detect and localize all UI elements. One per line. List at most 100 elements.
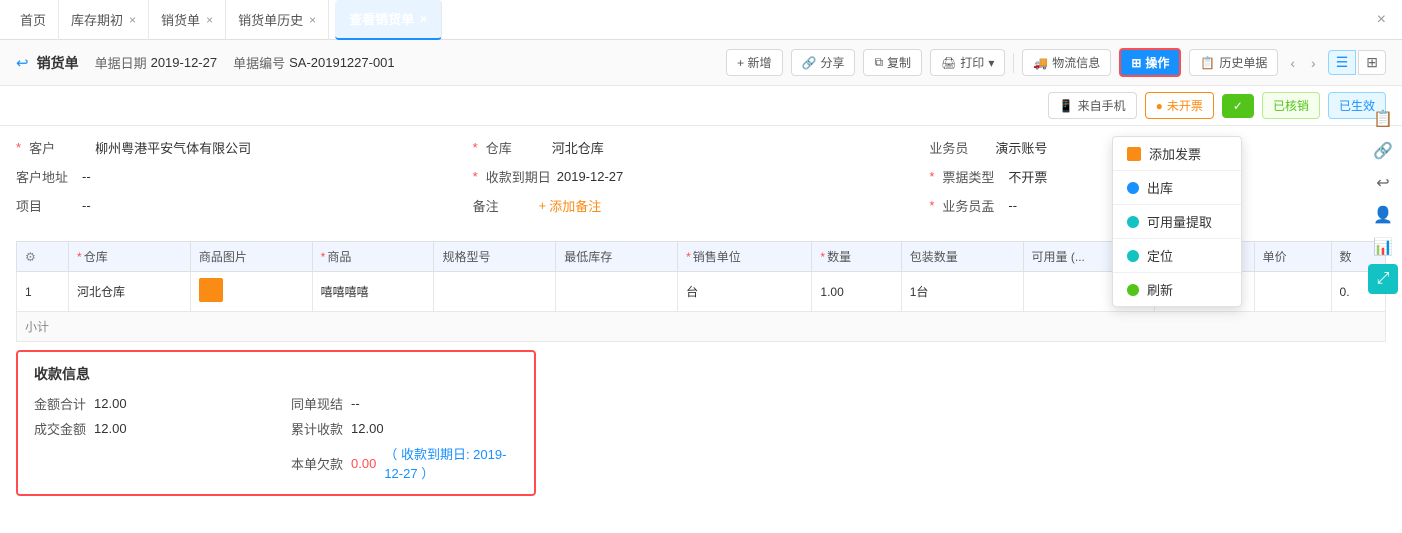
history-button[interactable]: 📋 历史单据 [1189,49,1278,76]
next-button[interactable]: › [1307,53,1320,73]
add-note-button[interactable]: + 添加备注 [539,196,602,215]
refresh-icon [1127,284,1139,296]
right-icon-expand[interactable]: ⤢ [1368,264,1398,294]
doc-title-area: ↩ 销货单 [16,53,79,73]
right-icon-2[interactable]: 🔗 [1368,136,1398,166]
operation-button[interactable]: ⊞ 操作 [1119,48,1181,77]
right-icon-5[interactable]: 📊 [1368,232,1398,262]
product-image [199,278,223,302]
tab-home[interactable]: 首页 [8,0,59,40]
debt-label: 本单欠款 [291,454,343,473]
invoice-type-label: 票据类型 [942,167,1002,186]
cell-product-img [190,272,312,312]
tab-inventory-init[interactable]: 库存期初 × [59,0,149,40]
address-label: 客户地址 [16,167,76,186]
share-button[interactable]: 🔗 分享 [791,49,856,76]
cell-warehouse: 河北仓库 [69,272,191,312]
cell-min-stock [556,272,678,312]
tab-sales-order-history-close[interactable]: × [309,13,316,27]
same-settle-value: -- [351,396,360,411]
doc-type-icon: ↩ [16,54,29,72]
col-package-qty: 包装数量 [901,242,1023,272]
locate-label: 定位 [1147,246,1173,265]
tab-sales-order[interactable]: 销货单 × [149,0,226,40]
doc-header: ↩ 销货单 单据日期 2019-12-27 单据编号 SA-20191227-0… [0,40,1402,86]
project-field: 项目 -- [16,196,473,215]
cancelled-status: 已核销 [1262,92,1320,119]
toolbar: + 新增 🔗 分享 ⧉ 复制 🖨 打印 ▾ 🚚 物流信息 ⊞ 操作 [726,48,1386,77]
history-icon: 📋 [1200,56,1215,70]
logistics-button[interactable]: 🚚 物流信息 [1022,49,1111,76]
menu-item-add-invoice[interactable]: 添加发票 [1113,137,1241,171]
menu-item-locate[interactable]: 定位 [1113,239,1241,273]
customer-field: * 客户 柳州粤港平安气体有限公司 [16,138,473,157]
list-view-button[interactable]: ☰ [1328,50,1357,75]
col-unit-price: 单价 [1254,242,1331,272]
subtotal-label: 小计 [17,312,1386,342]
cumulative-label: 累计收款 [291,419,343,438]
logistics-icon: 🚚 [1033,56,1048,70]
menu-item-available-qty[interactable]: 可用量提取 [1113,205,1241,239]
available-qty-label: 可用量提取 [1147,212,1212,231]
customer-label: 客户 [29,138,89,157]
copy-icon: ⧉ [874,55,883,70]
total-label: 金额合计 [34,394,86,413]
settings-icon[interactable]: ⚙ [25,250,36,264]
doc-type-label: 销货单 [37,53,79,73]
tab-sales-order-history[interactable]: 销货单历史 × [226,0,329,40]
grid-view-button[interactable]: ⊞ [1358,50,1386,75]
warehouse-value: 河北仓库 [552,138,632,157]
payment-box: 收款信息 金额合计 12.00 同单现结 -- 成交金额 12.00 累计收款 … [16,350,536,496]
salesperson-value: 演示账号 [995,138,1075,157]
cell-index: 1 [17,272,69,312]
due-date-label: 收款到期日 [486,167,551,186]
tab-sales-order-close[interactable]: × [206,13,213,27]
subtotal-row: 小计 [17,312,1386,342]
print-icon: 🖨 [941,56,956,70]
tab-view-sales-order-close[interactable]: × [420,12,427,26]
print-button[interactable]: 🖨 打印 ▾ [930,49,1005,76]
operation-icon: ⊞ [1131,56,1141,70]
right-icon-4[interactable]: 👤 [1368,200,1398,230]
copy-button[interactable]: ⧉ 复制 [863,49,922,76]
toolbar-divider-1 [1013,53,1014,73]
menu-item-refresh[interactable]: 刷新 [1113,273,1241,306]
doc-number-value: SA-20191227-001 [289,55,395,70]
debt-extra: （ 收款到期日: 2019-12-27 ） [384,444,518,482]
right-icon-3[interactable]: ↩ [1368,168,1398,198]
tab-inventory-init-close[interactable]: × [129,13,136,27]
share-icon: 🔗 [802,56,817,70]
right-icon-1[interactable]: 📋 [1368,104,1398,134]
add-invoice-label: 添加发票 [1149,144,1201,163]
cell-sales-unit: 台 [678,272,812,312]
add-invoice-icon [1127,147,1141,161]
col-sales-unit: *销售单位 [678,242,812,272]
due-date-field: * 收款到期日 2019-12-27 [473,167,930,186]
invoice-type-value: 不开票 [1008,167,1088,186]
new-button[interactable]: + 新增 [726,49,782,76]
outbound-label: 出库 [1147,178,1173,197]
salesperson-label: 业务员 [929,138,989,157]
payment-row-deal: 成交金额 12.00 [34,419,261,438]
cell-quantity: 1.00 [812,272,901,312]
col-quantity: *数量 [812,242,901,272]
payment-grid: 金额合计 12.00 同单现结 -- 成交金额 12.00 累计收款 12.00… [34,394,518,482]
not-opened-button[interactable]: ● 未开票 [1145,92,1214,119]
prev-button[interactable]: ‹ [1286,53,1299,73]
outbound-icon [1127,182,1139,194]
menu-item-outbound[interactable]: 出库 [1113,171,1241,205]
locate-icon [1127,250,1139,262]
close-all-button[interactable]: × [1369,11,1394,29]
tab-view-sales-order[interactable]: 查看销货单 × [335,0,442,40]
customer-value: 柳州粤港平安气体有限公司 [95,138,251,157]
cell-spec [434,272,556,312]
available-qty-icon [1127,216,1139,228]
payment-row-cumulative: 累计收款 12.00 [291,419,518,438]
doc-date-field: 单据日期 2019-12-27 [95,53,218,72]
from-phone-button[interactable]: 📱 来自手机 [1048,92,1137,119]
tab-bar: 首页 库存期初 × 销货单 × 销货单历史 × 查看销货单 × × [0,0,1402,40]
payment-row-total: 金额合计 12.00 [34,394,261,413]
confirm-button[interactable]: ✓ [1222,94,1254,118]
col-settings: ⚙ [17,242,69,272]
cell-unit-price [1254,272,1331,312]
